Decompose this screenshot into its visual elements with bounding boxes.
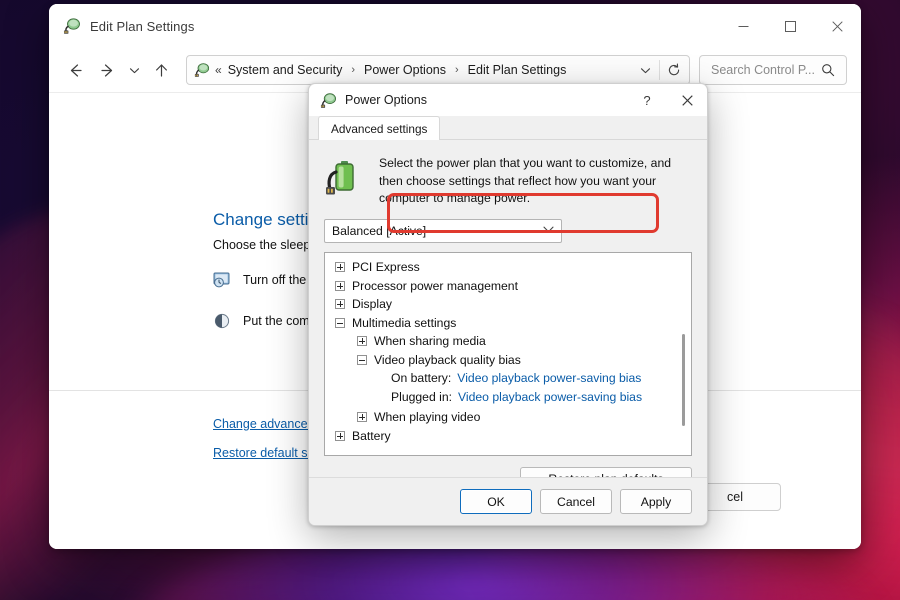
- power-plan-selected-value: Balanced [Active]: [332, 224, 427, 239]
- back-button[interactable]: [59, 54, 91, 86]
- close-button[interactable]: [814, 4, 861, 48]
- sleep-moon-icon: [214, 313, 230, 329]
- maximize-button[interactable]: [767, 4, 814, 48]
- chevron-down-icon: [640, 67, 650, 73]
- breadcrumb-item-system-and-security[interactable]: System and Security: [226, 60, 345, 80]
- tree-node-multimedia-settings[interactable]: Multimedia settings: [329, 314, 691, 333]
- tree-node-label: When playing video: [374, 410, 481, 425]
- refresh-button[interactable]: [661, 57, 687, 83]
- expand-toggle-icon[interactable]: [357, 336, 367, 347]
- breadcrumb-item-edit-plan-settings[interactable]: Edit Plan Settings: [466, 60, 569, 80]
- dialog-intro: Select the power plan that you want to c…: [324, 140, 692, 208]
- dialog-tab-strip: Advanced settings: [309, 116, 707, 140]
- power-plug-icon: [194, 63, 210, 77]
- dialog-title-controls: ?: [627, 84, 707, 116]
- tree-node-pci-express[interactable]: PCI Express: [329, 258, 691, 277]
- breadcrumb-separator: ›: [351, 64, 355, 76]
- search-input[interactable]: [709, 62, 821, 78]
- up-button[interactable]: [145, 54, 177, 86]
- tree-node-label: Video playback quality bias: [374, 352, 521, 367]
- tree-leaf-key: Plugged in:: [391, 389, 452, 404]
- minimize-icon: [738, 25, 749, 27]
- search-icon[interactable]: [821, 63, 835, 77]
- tree-node-battery[interactable]: Battery: [329, 427, 691, 446]
- tree-node-when-sharing-media[interactable]: When sharing media: [329, 332, 691, 351]
- expand-toggle-icon[interactable]: [357, 412, 367, 423]
- search-box[interactable]: [699, 55, 847, 85]
- tree-node-label: Multimedia settings: [352, 315, 457, 330]
- tree-node-label: Battery: [352, 428, 391, 443]
- ok-button[interactable]: OK: [460, 489, 532, 514]
- tree-leaf-plugged-in: Plugged in: Video playback power-saving …: [329, 388, 691, 407]
- collapse-toggle-icon[interactable]: [357, 354, 367, 365]
- tree-node-display[interactable]: Display: [329, 295, 691, 314]
- tree-leaf-value[interactable]: Video playback power-saving bias: [458, 390, 642, 404]
- power-plug-icon: [64, 18, 80, 34]
- collapse-toggle-icon[interactable]: [335, 317, 345, 328]
- tree-node-label: Processor power management: [352, 278, 518, 293]
- arrow-right-icon: [100, 63, 112, 77]
- breadcrumb-dropdown-button[interactable]: [632, 57, 658, 83]
- window-title: Edit Plan Settings: [90, 18, 195, 34]
- breadcrumb-overflow[interactable]: «: [215, 63, 222, 77]
- breadcrumb-separator: ›: [454, 64, 459, 76]
- power-options-dialog: Power Options ? Advanced settings Select…: [308, 83, 708, 526]
- tree-node-label: When sharing media: [374, 334, 486, 349]
- close-icon: [681, 94, 693, 106]
- tree-leaf-key: On battery:: [391, 371, 452, 386]
- breadcrumb-divider: [659, 60, 660, 80]
- expand-toggle-icon[interactable]: [335, 430, 345, 441]
- tree-leaf-on-battery: On battery: Video playback power-saving …: [329, 369, 691, 388]
- recent-locations-button[interactable]: [123, 54, 145, 86]
- advanced-settings-tree[interactable]: PCI Express Processor power management D…: [324, 252, 692, 457]
- dialog-intro-text: Select the power plan that you want to c…: [379, 156, 671, 206]
- chevron-down-icon: [543, 226, 554, 237]
- breadcrumb[interactable]: « System and Security › Power Options › …: [186, 55, 690, 85]
- tree-leaf-value[interactable]: Video playback power-saving bias: [457, 371, 641, 385]
- tree-items: PCI Express Processor power management D…: [325, 253, 691, 455]
- dialog-title-bar: Power Options ?: [309, 84, 707, 116]
- window-controls: [720, 4, 861, 48]
- expand-toggle-icon[interactable]: [335, 262, 345, 273]
- tree-node-label: Display: [352, 297, 392, 312]
- power-plan-select[interactable]: Balanced [Active]: [324, 219, 562, 244]
- tree-node-processor-power-management[interactable]: Processor power management: [329, 277, 691, 296]
- battery-plug-icon: [326, 161, 354, 195]
- tab-advanced-settings[interactable]: Advanced settings: [318, 116, 441, 140]
- tree-node-video-playback-quality-bias[interactable]: Video playback quality bias: [329, 351, 691, 370]
- help-button[interactable]: ?: [627, 84, 667, 116]
- power-plug-icon: [320, 92, 337, 108]
- maximize-icon: [785, 20, 796, 32]
- chevron-down-icon: [129, 67, 139, 73]
- minimize-button[interactable]: [720, 4, 767, 48]
- forward-button[interactable]: [91, 54, 123, 86]
- tree-scrollbar[interactable]: [677, 254, 690, 455]
- tree-node-when-playing-video[interactable]: When playing video: [329, 408, 691, 427]
- tree-node-label: PCI Express: [352, 260, 420, 275]
- apply-button[interactable]: Apply: [620, 489, 692, 514]
- expand-toggle-icon[interactable]: [335, 299, 345, 310]
- tree-scrollbar-thumb[interactable]: [682, 334, 685, 427]
- close-icon: [832, 20, 843, 32]
- dialog-title: Power Options: [345, 93, 427, 107]
- dialog-body: Select the power plan that you want to c…: [309, 140, 707, 493]
- dialog-footer: OK Cancel Apply: [309, 477, 707, 525]
- expand-toggle-icon[interactable]: [335, 280, 345, 291]
- dialog-close-button[interactable]: [667, 84, 707, 116]
- dialog-cancel-button[interactable]: Cancel: [540, 489, 612, 514]
- window-title-bar: Edit Plan Settings: [49, 4, 861, 48]
- refresh-icon: [668, 63, 680, 76]
- display-clock-icon: [213, 272, 230, 288]
- arrow-up-icon: [155, 63, 167, 77]
- breadcrumb-item-power-options[interactable]: Power Options: [362, 60, 448, 80]
- arrow-left-icon: [70, 63, 82, 77]
